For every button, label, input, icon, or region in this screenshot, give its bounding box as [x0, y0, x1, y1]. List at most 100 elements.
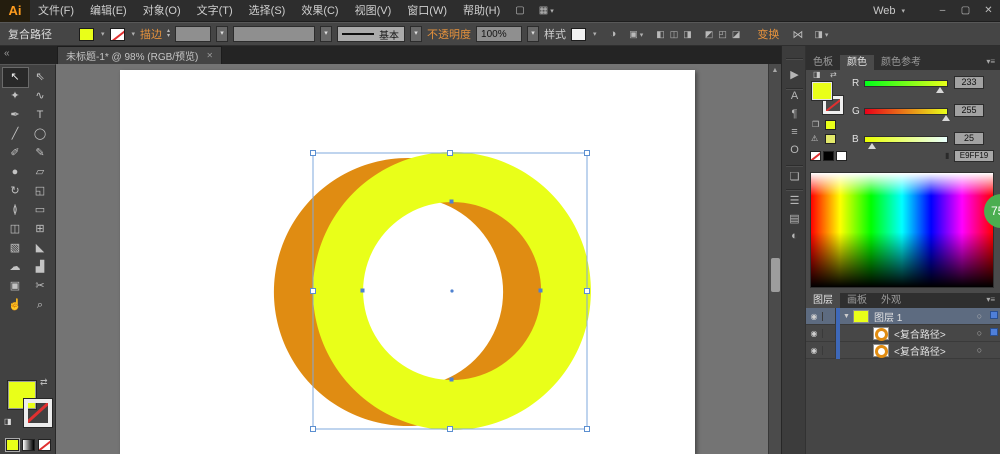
- hand-tool[interactable]: ☝: [3, 296, 28, 315]
- stroke-chevron-icon[interactable]: ▾: [132, 30, 136, 38]
- color-spectrum[interactable]: [810, 172, 994, 288]
- stroke-weight-chevron-icon[interactable]: ▾: [216, 26, 228, 42]
- panel-menu-icon[interactable]: ▾≡: [981, 55, 1000, 70]
- align-bottom-icon[interactable]: ◪: [732, 29, 741, 40]
- channel-b-slider[interactable]: [864, 136, 948, 143]
- selection-tool[interactable]: ↖: [3, 68, 28, 87]
- eyedropper-tool[interactable]: ◣: [28, 239, 53, 258]
- width-profile-dropdown[interactable]: [233, 26, 315, 42]
- align-top-icon[interactable]: ◩: [705, 29, 714, 40]
- fill-color-swatch[interactable]: [79, 28, 94, 41]
- layer-row-layer1[interactable]: ◉ ▼ 图层 1 ○: [806, 308, 1000, 325]
- lasso-tool[interactable]: ∿: [28, 87, 53, 106]
- layer-row-compound-path-1[interactable]: ◉ <复合路径> ○: [806, 325, 1000, 342]
- channel-b-value[interactable]: 25: [954, 132, 984, 145]
- ellipse-tool[interactable]: ◯: [28, 125, 53, 144]
- slice-tool[interactable]: ✂: [28, 277, 53, 296]
- transparency-panel-icon[interactable]: ◐: [782, 230, 807, 242]
- color-mode-button[interactable]: [6, 439, 19, 451]
- stroke-weight-field[interactable]: [175, 26, 211, 42]
- style-swatch[interactable]: [571, 28, 586, 41]
- tab-layers[interactable]: 图层: [806, 293, 840, 308]
- scrollbar-thumb[interactable]: [771, 258, 780, 292]
- mesh-tool[interactable]: ⊞: [28, 220, 53, 239]
- default-swatches-icon[interactable]: ◨: [813, 70, 821, 79]
- brush-definition-dropdown[interactable]: 基本: [337, 26, 405, 42]
- menu-effect[interactable]: 效果(C): [293, 0, 346, 22]
- visibility-eye-icon[interactable]: ◉: [806, 329, 823, 338]
- direct-selection-tool[interactable]: ⇖: [28, 68, 53, 87]
- target-circle-icon[interactable]: ○: [972, 328, 987, 338]
- opacity-link[interactable]: 不透明度: [427, 26, 471, 42]
- selection-indicator[interactable]: [987, 311, 1000, 322]
- scroll-up-icon[interactable]: ▲: [769, 64, 781, 74]
- menu-object[interactable]: 对象(O): [135, 0, 189, 22]
- visibility-eye-icon[interactable]: ◉: [806, 346, 823, 355]
- fill-chevron-icon[interactable]: ▾: [101, 30, 105, 38]
- layers-panel-menu-icon[interactable]: ▾≡: [981, 293, 1000, 308]
- target-circle-icon[interactable]: ○: [972, 311, 987, 321]
- pencil-tool[interactable]: ✎: [28, 144, 53, 163]
- menu-file[interactable]: 文件(F): [30, 0, 82, 22]
- none-swatch[interactable]: [810, 151, 821, 161]
- channel-r-thumb[interactable]: [936, 87, 944, 93]
- channel-b-thumb[interactable]: [868, 143, 876, 149]
- actions-panel-icon[interactable]: ▶: [782, 68, 807, 81]
- paintbrush-tool[interactable]: ✐: [3, 144, 28, 163]
- width-tool[interactable]: ≬: [3, 201, 28, 220]
- channel-g-value[interactable]: 255: [954, 104, 984, 117]
- tab-appearance[interactable]: 外观: [874, 293, 908, 308]
- tab-swatches[interactable]: 色板: [806, 55, 840, 70]
- menu-type[interactable]: 文字(T): [189, 0, 241, 22]
- width-profile-chevron-icon[interactable]: ▾: [320, 26, 332, 42]
- character-panel-icon[interactable]: A: [782, 90, 807, 102]
- paragraph-panel-icon[interactable]: ¶: [782, 108, 807, 120]
- menu-help[interactable]: 帮助(H): [455, 0, 508, 22]
- recolor-artwork-icon[interactable]: ◑: [610, 28, 617, 40]
- close-button[interactable]: ✕: [977, 5, 1000, 16]
- eraser-tool[interactable]: ▱: [28, 163, 53, 182]
- tab-artboards[interactable]: 画板: [840, 293, 874, 308]
- black-swatch[interactable]: [823, 151, 834, 161]
- stroke-color-indicator[interactable]: [24, 399, 52, 427]
- object-thumbnail[interactable]: [873, 344, 889, 357]
- vertical-scrollbar[interactable]: ▲: [768, 64, 781, 454]
- arrange-icon[interactable]: ◨▾: [814, 29, 828, 40]
- document-tab[interactable]: 未标题-1* @ 98% (RGB/预览) ✕: [57, 46, 222, 64]
- magic-wand-tool[interactable]: ✦: [3, 87, 28, 106]
- workspace-chevron-icon[interactable]: ▾: [901, 7, 905, 15]
- collapse-tools-icon[interactable]: «: [4, 48, 10, 59]
- tab-color-guide[interactable]: 颜色参考: [874, 55, 928, 70]
- align-panel-icon[interactable]: ≡: [782, 126, 807, 138]
- swap-fill-stroke-icon[interactable]: ⇄: [830, 70, 837, 79]
- menu-view[interactable]: 视图(V): [347, 0, 400, 22]
- web-color-cube-icon[interactable]: ❒: [812, 120, 819, 129]
- bridge-icon[interactable]: ▢: [515, 5, 524, 16]
- layer-thumbnail[interactable]: [853, 310, 869, 323]
- channel-r-value[interactable]: 233: [954, 76, 984, 89]
- gamut-warning-icon[interactable]: ⚠: [811, 134, 818, 143]
- pen-tool[interactable]: ✒: [3, 106, 28, 125]
- scale-tool[interactable]: ◱: [28, 182, 53, 201]
- column-graph-tool[interactable]: ▟: [28, 258, 53, 277]
- channel-r-slider[interactable]: [864, 80, 948, 87]
- object-name[interactable]: <复合路径>: [894, 326, 946, 341]
- opacity-field[interactable]: 100%: [476, 26, 522, 42]
- line-segment-tool[interactable]: ╱: [3, 125, 28, 144]
- default-fill-stroke-icon[interactable]: ◨: [4, 417, 12, 426]
- artboard-tool[interactable]: ▣: [3, 277, 28, 296]
- transform-link[interactable]: 变换: [757, 26, 779, 42]
- disclosure-triangle-icon[interactable]: ▼: [840, 313, 853, 320]
- selection-indicator[interactable]: [987, 328, 1000, 339]
- lock-cell[interactable]: [823, 325, 836, 342]
- menu-window[interactable]: 窗口(W): [399, 0, 455, 22]
- web-color-swatch[interactable]: [825, 120, 836, 130]
- align-middle-icon[interactable]: ◰: [718, 29, 727, 40]
- gamut-warning-swatch[interactable]: [825, 134, 836, 144]
- stroke-color-swatch[interactable]: [110, 28, 125, 41]
- gradient-mode-button[interactable]: [22, 439, 35, 451]
- layer-name[interactable]: 图层 1: [874, 309, 902, 324]
- object-thumbnail[interactable]: [873, 327, 889, 340]
- align-center-icon[interactable]: ◫: [670, 29, 679, 40]
- type-tool[interactable]: T: [28, 106, 53, 125]
